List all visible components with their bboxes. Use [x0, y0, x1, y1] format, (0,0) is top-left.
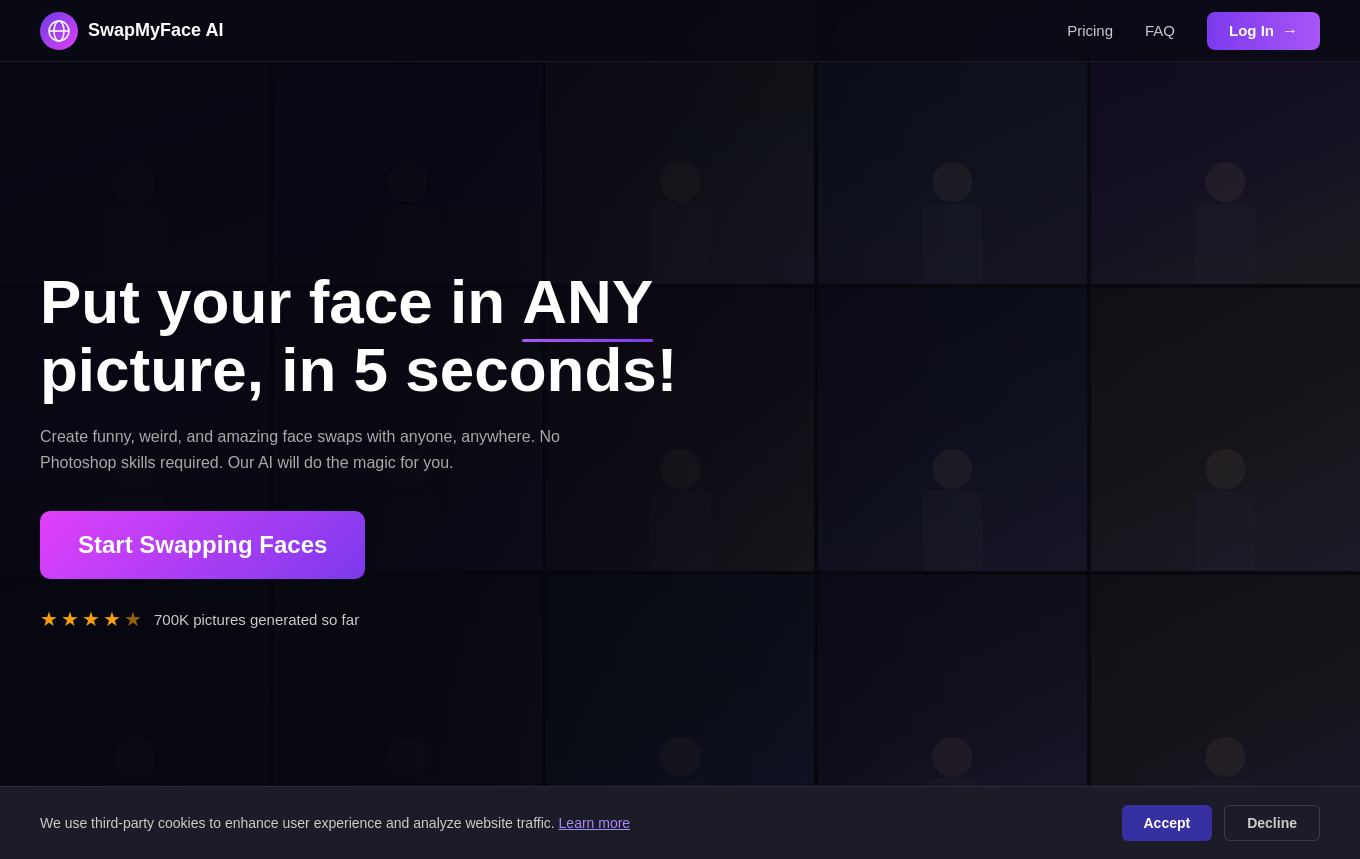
nav-links: Pricing FAQ Log In →: [1067, 12, 1320, 50]
navbar: SwapMyFace AI Pricing FAQ Log In →: [0, 0, 1360, 62]
hero-title: Put your face in ANY picture, in 5 secon…: [40, 268, 720, 404]
cta-button[interactable]: Start Swapping Faces: [40, 511, 365, 579]
nav-faq[interactable]: FAQ: [1145, 22, 1175, 39]
cookie-text: We use third-party cookies to enhance us…: [40, 815, 1098, 831]
cookie-learn-more[interactable]: Learn more: [559, 815, 631, 831]
hero-stats: ★ ★ ★ ★ ★ 700K pictures generated so far: [40, 607, 720, 631]
hero-section: Put your face in ANY picture, in 5 secon…: [0, 0, 1360, 859]
logo-text: SwapMyFace AI: [88, 20, 223, 41]
star-3: ★: [82, 607, 100, 631]
arrow-icon: →: [1282, 22, 1298, 40]
hero-content: Put your face in ANY picture, in 5 secon…: [40, 268, 720, 632]
star-2: ★: [61, 607, 79, 631]
nav-pricing[interactable]: Pricing: [1067, 22, 1113, 39]
login-button[interactable]: Log In →: [1207, 12, 1320, 50]
star-rating: ★ ★ ★ ★ ★: [40, 607, 142, 631]
stats-text: 700K pictures generated so far: [154, 611, 359, 628]
star-4: ★: [103, 607, 121, 631]
hero-subtitle: Create funny, weird, and amazing face sw…: [40, 424, 620, 475]
cookie-banner: We use third-party cookies to enhance us…: [0, 786, 1360, 859]
star-5: ★: [124, 607, 142, 631]
cookie-accept-button[interactable]: Accept: [1122, 805, 1213, 841]
cookie-decline-button[interactable]: Decline: [1224, 805, 1320, 841]
logo-icon: [40, 12, 78, 50]
logo-link[interactable]: SwapMyFace AI: [40, 12, 223, 50]
cookie-buttons: Accept Decline: [1122, 805, 1321, 841]
star-1: ★: [40, 607, 58, 631]
